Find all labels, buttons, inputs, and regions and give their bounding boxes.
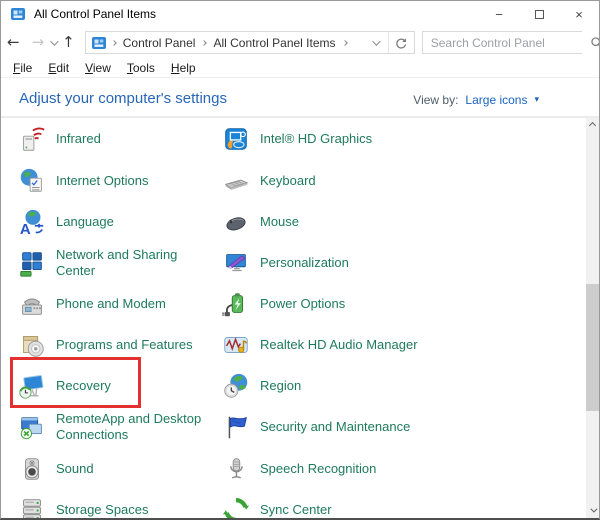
item-speech-recognition[interactable]: Speech Recognition	[221, 449, 460, 489]
menu-bar: File Edit View Tools Help	[1, 58, 599, 78]
keyboard-icon	[221, 166, 251, 196]
refresh-button[interactable]	[388, 32, 414, 53]
chevron-up-icon	[589, 122, 596, 129]
window-title: All Control Panel Items	[34, 7, 156, 21]
menu-edit[interactable]: Edit	[40, 59, 77, 77]
scroll-up-button[interactable]	[586, 118, 599, 133]
mouse-icon	[221, 207, 251, 237]
item-remoteapp-and-desktop-connections[interactable]: RemoteApp and Desktop Connections	[17, 407, 214, 447]
item-programs-and-features[interactable]: Programs and Features	[17, 325, 214, 365]
content-divider	[1, 117, 599, 118]
item-security-and-maintenance[interactable]: Security and Maintenance	[221, 407, 460, 447]
sound-icon	[17, 454, 47, 484]
region-icon	[221, 371, 251, 401]
security-maintenance-icon	[221, 412, 251, 442]
up-button[interactable]: ↑	[56, 35, 81, 50]
item-power-options[interactable]: Power Options	[221, 284, 460, 324]
programs-features-icon	[17, 330, 47, 360]
item-keyboard[interactable]: Keyboard	[221, 161, 460, 201]
infrared-icon	[17, 124, 47, 154]
internet-options-icon	[17, 166, 47, 196]
personalization-icon	[221, 248, 251, 278]
control-panel-window: All Control Panel Items − × ← → ↑ Contro…	[0, 0, 600, 520]
item-personalization[interactable]: Personalization	[221, 243, 460, 283]
realtek-audio-icon	[221, 330, 251, 360]
scroll-down-button[interactable]	[586, 503, 599, 518]
item-infrared[interactable]: Infrared	[17, 119, 214, 159]
minimize-icon: −	[495, 7, 503, 22]
power-options-icon	[221, 289, 251, 319]
storage-spaces-icon	[17, 495, 47, 520]
network-sharing-icon	[17, 248, 47, 278]
minimize-button[interactable]: −	[479, 1, 519, 27]
chevron-down-icon	[590, 506, 597, 513]
close-icon: ×	[575, 7, 583, 22]
scrollbar-thumb[interactable]	[586, 284, 599, 411]
item-network-and-sharing-center[interactable]: Network and Sharing Center	[17, 243, 214, 283]
breadcrumb-separator-icon	[202, 40, 208, 46]
maximize-icon	[535, 10, 544, 19]
item-recovery[interactable]: Recovery	[17, 366, 214, 406]
forward-button[interactable]: →	[26, 35, 51, 50]
maximize-button[interactable]	[519, 1, 559, 27]
item-region[interactable]: Region	[221, 366, 460, 406]
page-title: Adjust your computer's settings	[19, 90, 227, 107]
item-intel-hd-graphics[interactable]: Intel® HD Graphics	[221, 119, 460, 159]
breadcrumb-separator-icon	[111, 40, 117, 46]
item-language[interactable]: Language	[17, 202, 214, 242]
page-header: Adjust your computer's settings View by:…	[1, 79, 599, 117]
menu-file[interactable]: File	[5, 59, 40, 77]
phone-modem-icon	[17, 289, 47, 319]
vertical-scrollbar[interactable]	[586, 118, 599, 518]
view-by-dropdown[interactable]: Large icons	[465, 93, 527, 107]
close-button[interactable]: ×	[559, 1, 599, 27]
menu-tools[interactable]: Tools	[119, 59, 163, 77]
item-storage-spaces[interactable]: Storage Spaces	[17, 490, 214, 520]
item-sync-center[interactable]: Sync Center	[221, 490, 460, 520]
breadcrumb-all-items[interactable]: All Control Panel Items	[211, 36, 337, 50]
title-bar: All Control Panel Items − ×	[1, 1, 599, 27]
view-by-caret-icon[interactable]: ▾	[534, 95, 539, 105]
search-input[interactable]	[423, 32, 590, 53]
item-internet-options[interactable]: Internet Options	[17, 161, 214, 201]
address-dropdown-icon[interactable]	[372, 37, 380, 45]
recovery-icon	[17, 371, 47, 401]
sync-center-icon	[221, 495, 251, 520]
item-phone-and-modem[interactable]: Phone and Modem	[17, 284, 214, 324]
view-by-label: View by:	[413, 93, 458, 107]
item-sound[interactable]: Sound	[17, 449, 214, 489]
search-box	[422, 31, 582, 54]
breadcrumb-control-panel[interactable]: Control Panel	[121, 36, 198, 50]
language-icon	[17, 207, 47, 237]
navigation-bar: ← → ↑ Control Panel All Control Panel It…	[1, 27, 599, 58]
control-panel-breadcrumb-icon	[91, 35, 107, 51]
address-bar[interactable]: Control Panel All Control Panel Items	[85, 31, 415, 54]
remoteapp-icon	[17, 412, 47, 442]
back-button[interactable]: ←	[1, 35, 26, 50]
item-mouse[interactable]: Mouse	[221, 202, 460, 242]
refresh-icon	[394, 36, 408, 50]
speech-recognition-icon	[221, 454, 251, 484]
menu-help[interactable]: Help	[163, 59, 204, 77]
control-panel-app-icon	[10, 6, 26, 22]
menu-view[interactable]: View	[77, 59, 119, 77]
item-realtek-hd-audio-manager[interactable]: Realtek HD Audio Manager	[221, 325, 460, 365]
intel-hd-graphics-icon	[221, 124, 251, 154]
breadcrumb-separator-icon[interactable]	[342, 40, 348, 46]
search-icon[interactable]	[590, 36, 600, 50]
